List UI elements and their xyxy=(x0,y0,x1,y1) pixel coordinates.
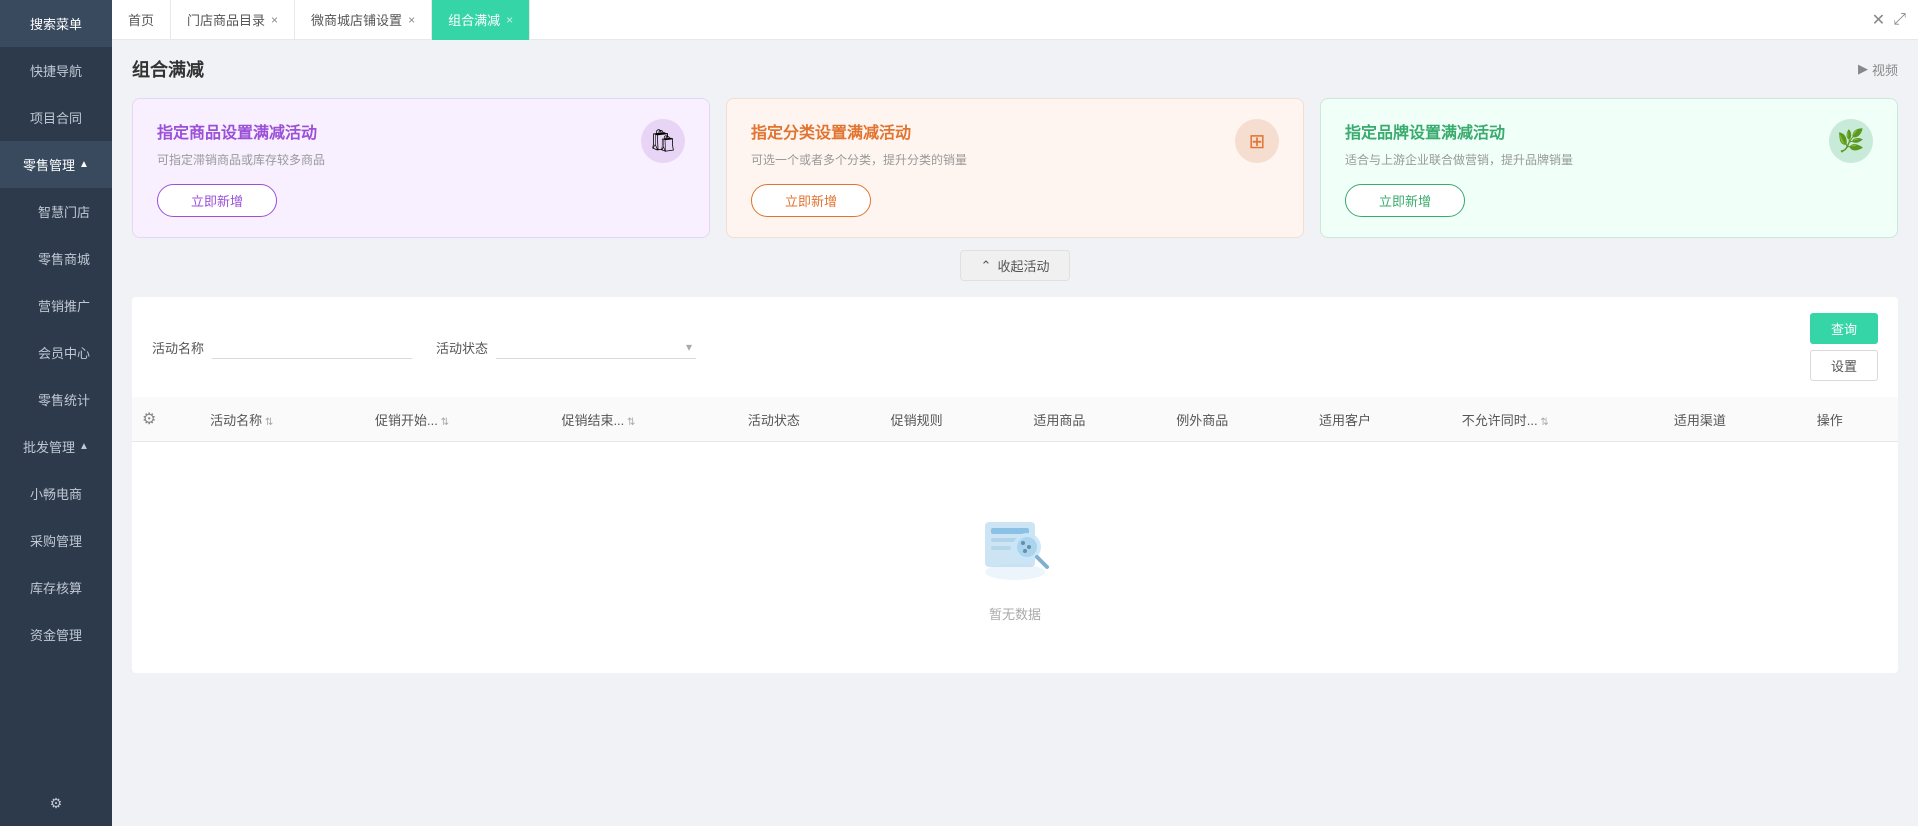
sidebar-settings-button[interactable]: ⚙ xyxy=(0,781,112,826)
product-card-icon: 🛍 xyxy=(641,119,685,163)
sidebar-item-wholesale-management[interactable]: 批发管理 ▲ xyxy=(0,423,112,470)
page-header: 组合满减 ▶ 视频 xyxy=(132,56,1898,82)
topbar-right: ✕ ⤢ xyxy=(1872,10,1918,30)
brand-card-title: 指定品牌设置满减活动 xyxy=(1345,119,1873,143)
tab-store-catalog-close[interactable]: × xyxy=(271,13,278,27)
table-header-row: ⚙ 活动名称 促销开始... 促销结束... 活动状态 促销规则 适用商品 例外… xyxy=(132,397,1898,442)
col-activity-name[interactable]: 活动名称 xyxy=(200,397,365,442)
sidebar-item-quick-nav[interactable]: 快捷导航 xyxy=(0,47,112,94)
play-icon: ▶ xyxy=(1858,61,1868,77)
activity-name-label: 活动名称 xyxy=(152,338,204,357)
sidebar-item-retail-mall[interactable]: 零售商城 xyxy=(0,235,112,282)
category-card-add-button[interactable]: 立即新增 xyxy=(751,184,871,217)
col-activity-status: 活动状态 xyxy=(738,397,881,442)
brand-card-desc: 适合与上游企业联合做营销，提升品牌销量 xyxy=(1345,151,1873,168)
col-applicable-channel: 适用渠道 xyxy=(1664,397,1807,442)
sidebar-item-retail-stats[interactable]: 零售统计 xyxy=(0,376,112,423)
collapse-chevron-icon: ⌃ xyxy=(981,258,992,274)
topbar: 首页 门店商品目录 × 微商城店铺设置 × 组合满减 × ✕ ⤢ xyxy=(112,0,1918,40)
filter-bar: 活动名称 活动状态 进行中 已结束 未开始 ▾ xyxy=(132,297,1898,397)
sidebar-item-inventory-accounting[interactable]: 库存核算 xyxy=(0,564,112,611)
page-title: 组合满减 xyxy=(132,56,204,82)
collapse-button[interactable]: ⌃ 收起活动 xyxy=(960,250,1071,281)
col-promo-rule: 促销规则 xyxy=(881,397,1024,442)
category-card-desc: 可选一个或者多个分类，提升分类的销量 xyxy=(751,151,1279,168)
tab-wechat-label: 微商城店铺设置 xyxy=(311,10,402,29)
activity-status-filter: 活动状态 进行中 已结束 未开始 ▾ xyxy=(436,335,696,359)
activity-status-select-wrapper: 进行中 已结束 未开始 ▾ xyxy=(496,335,696,359)
activity-name-input[interactable] xyxy=(212,335,412,359)
brand-card-icon: 🌿 xyxy=(1829,119,1873,163)
product-card-desc: 可指定滞销商品或库存较多商品 xyxy=(157,151,685,168)
activity-status-label: 活动状态 xyxy=(436,338,488,357)
retail-management-arrow: ▲ xyxy=(79,159,89,170)
video-label: 视频 xyxy=(1872,60,1898,79)
product-card-title: 指定商品设置满减活动 xyxy=(157,119,685,143)
collapse-bar: ⌃ 收起活动 xyxy=(132,250,1898,281)
window-maximize-icon[interactable]: ⤢ xyxy=(1893,11,1906,29)
sidebar-item-member-center[interactable]: 会员中心 xyxy=(0,329,112,376)
wholesale-arrow: ▲ xyxy=(79,441,89,452)
sidebar: 搜索菜单 快捷导航 项目合同 零售管理 ▲ 智慧门店 零售商城 营销推广 会员中… xyxy=(0,0,112,826)
main-area: 首页 门店商品目录 × 微商城店铺设置 × 组合满减 × ✕ ⤢ 组合满减 ▶ … xyxy=(112,0,1918,826)
table-wrapper: ⚙ 活动名称 促销开始... 促销结束... 活动状态 促销规则 适用商品 例外… xyxy=(132,397,1898,673)
activity-status-select[interactable]: 进行中 已结束 未开始 xyxy=(496,335,696,359)
col-applicable-customers: 适用客户 xyxy=(1309,397,1452,442)
product-card-add-button[interactable]: 立即新增 xyxy=(157,184,277,217)
sidebar-item-retail-management[interactable]: 零售管理 ▲ xyxy=(0,141,112,188)
col-promo-end[interactable]: 促销结束... xyxy=(551,397,737,442)
category-card-icon: ⊞ xyxy=(1235,119,1279,163)
category-card-title: 指定分类设置满减活动 xyxy=(751,119,1279,143)
col-actions: 操作 xyxy=(1807,397,1898,442)
sidebar-item-search-menu[interactable]: 搜索菜单 xyxy=(0,0,112,47)
brand-card: 🌿 指定品牌设置满减活动 适合与上游企业联合做营销，提升品牌销量 立即新增 xyxy=(1320,98,1898,238)
empty-state: 暂无数据 xyxy=(132,442,1898,673)
tab-combo-label: 组合满减 xyxy=(448,10,500,29)
col-exception-goods: 例外商品 xyxy=(1166,397,1309,442)
tab-wechat-close[interactable]: × xyxy=(408,13,415,27)
tab-store-catalog-label: 门店商品目录 xyxy=(187,10,265,29)
empty-text: 暂无数据 xyxy=(989,604,1041,623)
video-link[interactable]: ▶ 视频 xyxy=(1858,60,1898,79)
filter-table-wrapper: 活动名称 活动状态 进行中 已结束 未开始 ▾ xyxy=(132,297,1898,673)
tab-home-label: 首页 xyxy=(128,10,154,29)
query-button[interactable]: 查询 xyxy=(1810,313,1878,344)
collapse-label: 收起活动 xyxy=(997,256,1049,275)
tab-store-catalog[interactable]: 门店商品目录 × xyxy=(171,0,295,40)
col-applicable-goods: 适用商品 xyxy=(1023,397,1166,442)
activity-table: ⚙ 活动名称 促销开始... 促销结束... 活动状态 促销规则 适用商品 例外… xyxy=(132,397,1898,442)
sidebar-item-project-contract[interactable]: 项目合同 xyxy=(0,94,112,141)
table-header: ⚙ 活动名称 促销开始... 促销结束... 活动状态 促销规则 适用商品 例外… xyxy=(132,397,1898,442)
settings-button[interactable]: 设置 xyxy=(1810,350,1878,381)
category-card: ⊞ 指定分类设置满减活动 可选一个或者多个分类，提升分类的销量 立即新增 xyxy=(726,98,1304,238)
gear-icon: ⚙ xyxy=(50,795,63,811)
cards-row: 🛍 指定商品设置满减活动 可指定滞销商品或库存较多商品 立即新增 ⊞ 指定分类设… xyxy=(132,98,1898,238)
col-promo-start[interactable]: 促销开始... xyxy=(365,397,551,442)
tab-combo-discount[interactable]: 组合满减 × xyxy=(432,0,530,40)
col-not-allow-concurrent[interactable]: 不允许同时... xyxy=(1452,397,1664,442)
table-gear-icon[interactable]: ⚙ xyxy=(142,411,156,428)
sidebar-item-fund-management[interactable]: 资金管理 xyxy=(0,611,112,658)
brand-card-add-button[interactable]: 立即新增 xyxy=(1345,184,1465,217)
product-card: 🛍 指定商品设置满减活动 可指定滞销商品或库存较多商品 立即新增 xyxy=(132,98,710,238)
col-settings: ⚙ xyxy=(132,397,200,442)
activity-name-filter: 活动名称 xyxy=(152,335,412,359)
empty-illustration xyxy=(965,492,1065,592)
sidebar-item-marketing[interactable]: 营销推广 xyxy=(0,282,112,329)
sidebar-item-xiochang-ecommerce[interactable]: 小畅电商 xyxy=(0,470,112,517)
sidebar-item-purchase-management[interactable]: 采购管理 xyxy=(0,517,112,564)
content-area: 组合满减 ▶ 视频 🛍 指定商品设置满减活动 可指定滞销商品或库存较多商品 立即… xyxy=(112,40,1918,826)
window-close-icon[interactable]: ✕ xyxy=(1872,10,1885,30)
sidebar-item-smart-store[interactable]: 智慧门店 xyxy=(0,188,112,235)
tab-home[interactable]: 首页 xyxy=(112,0,171,40)
tab-combo-close[interactable]: × xyxy=(506,13,513,27)
filter-actions: 查询 设置 xyxy=(1810,313,1878,381)
tab-wechat-store-settings[interactable]: 微商城店铺设置 × xyxy=(295,0,432,40)
